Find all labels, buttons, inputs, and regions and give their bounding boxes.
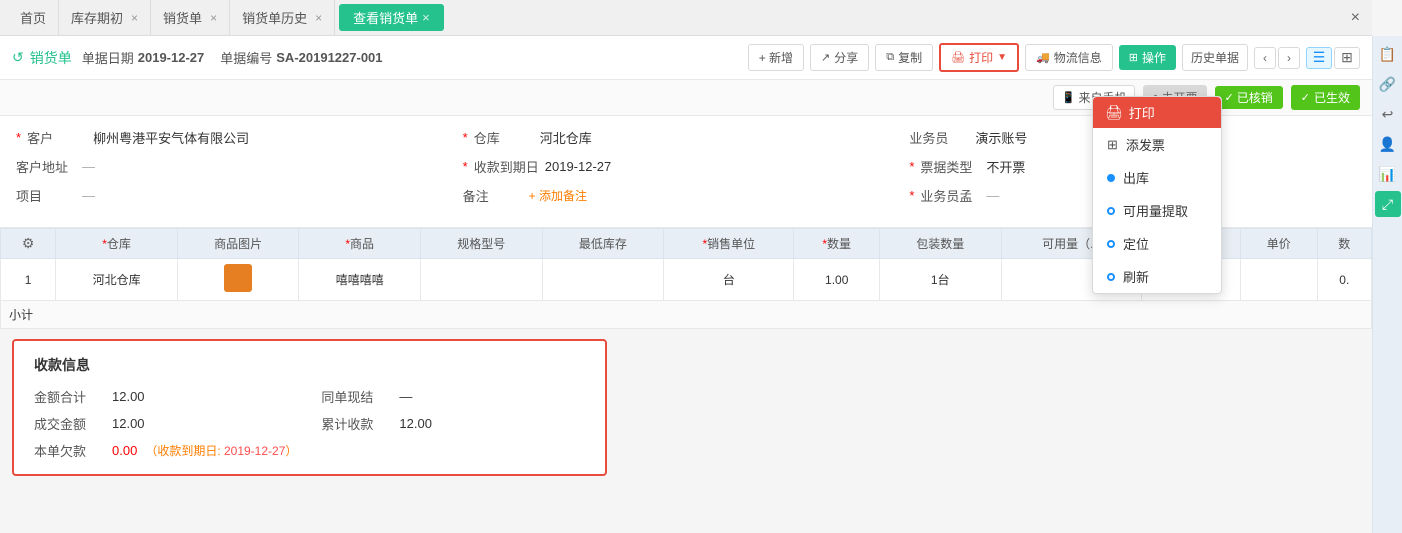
cell-product: 嘻嘻嘻嘻: [299, 259, 421, 301]
dropdown-available-extract[interactable]: 可用量提取: [1093, 194, 1221, 227]
deal-amount: 成交金额 12.00: [34, 414, 297, 433]
right-sidebar: 📋 🔗 ↩ 👤 📊 ⤢: [1372, 36, 1402, 533]
col-other: 数: [1317, 229, 1371, 259]
payment-info: 收款信息 金额合计 12.00 同单现结 — 成交金额 12.00 累计收款 1…: [12, 339, 607, 476]
close-tab-view-sales[interactable]: ×: [422, 10, 430, 25]
grid-view-button[interactable]: ⊞: [1334, 47, 1360, 69]
share-button[interactable]: ↗ 分享: [810, 44, 869, 71]
doc-meta: 单据日期 2019-12-27 单据编号 SA-20191227-001: [82, 48, 383, 67]
next-button[interactable]: ›: [1278, 47, 1300, 69]
col-price: 单价: [1240, 229, 1317, 259]
print-button[interactable]: 🖨 打印 ▼: [939, 43, 1019, 72]
operation-button[interactable]: ⊞ 操作: [1119, 45, 1176, 70]
sidebar-icon-doc[interactable]: 📋: [1375, 41, 1401, 67]
col-product: *商品: [299, 229, 421, 259]
cell-unit: 台: [664, 259, 794, 301]
toolbar-left: ↺ 销货单 单据日期 2019-12-27 单据编号 SA-20191227-0…: [12, 48, 742, 68]
cell-img: [177, 259, 299, 301]
col-warehouse: *仓库: [56, 229, 178, 259]
col-pkg-qty: 包装数量: [879, 229, 1001, 259]
toolbar-actions: + 新增 ↗ 分享 ⧉ 复制 🖨 打印 ▼ 🚚 物流信息 ⊞ 操作: [748, 43, 1360, 72]
doc-no-label: 单据编号 SA-20191227-001: [220, 48, 382, 67]
project-field: 项目 —: [16, 186, 463, 205]
cell-qty: 1.00: [794, 259, 879, 301]
dropdown-menu: 🖨 打印 ⊞ 添发票 出库 可用量提取 定位 刷新: [1092, 96, 1222, 294]
customer-field: * 客户 柳州粤港平安气体有限公司: [16, 128, 463, 147]
tab-home[interactable]: 首页: [8, 0, 59, 36]
sidebar-icon-return[interactable]: ↩: [1375, 101, 1401, 127]
cumulative-payment: 累计收款 12.00: [321, 414, 584, 433]
sidebar-icon-user[interactable]: 👤: [1375, 131, 1401, 157]
effective-button[interactable]: ✓ 已生效: [1291, 85, 1360, 110]
col-unit: *销售单位: [664, 229, 794, 259]
tab-view-sales[interactable]: 查看销货单 ×: [339, 4, 444, 31]
bottom-panel: 收款信息 金额合计 12.00 同单现结 — 成交金额 12.00 累计收款 1…: [0, 329, 1372, 486]
dropdown-refresh[interactable]: 刷新: [1093, 260, 1221, 293]
view-toggle: ☰ ⊞: [1306, 47, 1360, 69]
close-tab-sales[interactable]: ×: [210, 11, 217, 25]
col-spec: 规格型号: [421, 229, 543, 259]
order-debt: 本单欠款 0.00 （收款到期日: 2019-12-27）: [34, 441, 297, 460]
prev-button[interactable]: ‹: [1254, 47, 1276, 69]
payment-grid: 金额合计 12.00 同单现结 — 成交金额 12.00 累计收款 12.00 …: [34, 387, 585, 460]
tab-inventory-init[interactable]: 库存期初 ×: [59, 0, 151, 36]
address-field: 客户地址 —: [16, 157, 463, 176]
dot-outline-icon: [1107, 207, 1115, 215]
new-button[interactable]: + 新增: [748, 44, 804, 71]
copy-button[interactable]: ⧉ 复制: [875, 44, 933, 71]
tab-sales[interactable]: 销货单 ×: [151, 0, 230, 36]
close-all-tabs[interactable]: ×: [1347, 5, 1364, 31]
subtotal-row: 小计: [1, 301, 1372, 329]
product-image: [224, 264, 252, 292]
nav-arrows: ‹ ›: [1254, 47, 1300, 69]
dot-outline-icon-3: [1107, 273, 1115, 281]
cell-other: 0.: [1317, 259, 1371, 301]
warehouse-field: * 仓库 河北仓库: [463, 128, 910, 147]
cell-spec: [421, 259, 543, 301]
dot-outline-icon-2: [1107, 240, 1115, 248]
dot-blue-icon: [1107, 174, 1115, 182]
tab-sales-history[interactable]: 销货单历史 ×: [230, 0, 335, 36]
confirm-button[interactable]: ✓ 已核销: [1215, 86, 1283, 109]
cell-min-stock: [542, 259, 664, 301]
sidebar-icon-chart[interactable]: 📊: [1375, 161, 1401, 187]
col-gear[interactable]: ⚙: [1, 229, 56, 259]
doc-title: ↺ 销货单: [12, 48, 72, 68]
col-min-stock: 最低库存: [542, 229, 664, 259]
sidebar-icon-expand[interactable]: ⤢: [1375, 191, 1401, 217]
doc-date-label: 单据日期 2019-12-27: [82, 48, 205, 67]
dropdown-locate[interactable]: 定位: [1093, 227, 1221, 260]
dropdown-add-invoice[interactable]: ⊞ 添发票: [1093, 128, 1221, 161]
cell-pkg-qty: 1台: [879, 259, 1001, 301]
cell-warehouse: 河北仓库: [56, 259, 178, 301]
close-tab-inventory[interactable]: ×: [131, 11, 138, 25]
tab-bar: 首页 库存期初 × 销货单 × 销货单历史 × 查看销货单 × ×: [0, 0, 1372, 36]
main-toolbar: ↺ 销货单 单据日期 2019-12-27 单据编号 SA-20191227-0…: [0, 36, 1372, 80]
note-field: 备注 + 添加备注: [463, 186, 910, 205]
dropdown-header: 🖨 打印: [1093, 97, 1221, 128]
list-view-button[interactable]: ☰: [1306, 47, 1332, 69]
col-qty: *数量: [794, 229, 879, 259]
due-date-field: * 收款到期日 2019-12-27: [463, 157, 910, 176]
history-button[interactable]: 历史单据: [1182, 44, 1248, 71]
close-tab-sales-history[interactable]: ×: [315, 11, 322, 25]
subtotal-label: 小计: [1, 301, 1372, 329]
amount-total: 金额合计 12.00: [34, 387, 297, 406]
same-order-settlement: 同单现结 —: [321, 387, 584, 406]
due-date-hint: （收款到期日: 2019-12-27）: [145, 442, 297, 459]
cell-no: 1: [1, 259, 56, 301]
payment-title: 收款信息: [34, 355, 585, 375]
logistics-button[interactable]: 🚚 物流信息: [1025, 44, 1113, 71]
sidebar-icon-link[interactable]: 🔗: [1375, 71, 1401, 97]
col-img: 商品图片: [177, 229, 299, 259]
add-note-button[interactable]: + 添加备注: [529, 187, 587, 204]
cell-price: [1240, 259, 1317, 301]
dropdown-outbound[interactable]: 出库: [1093, 161, 1221, 194]
